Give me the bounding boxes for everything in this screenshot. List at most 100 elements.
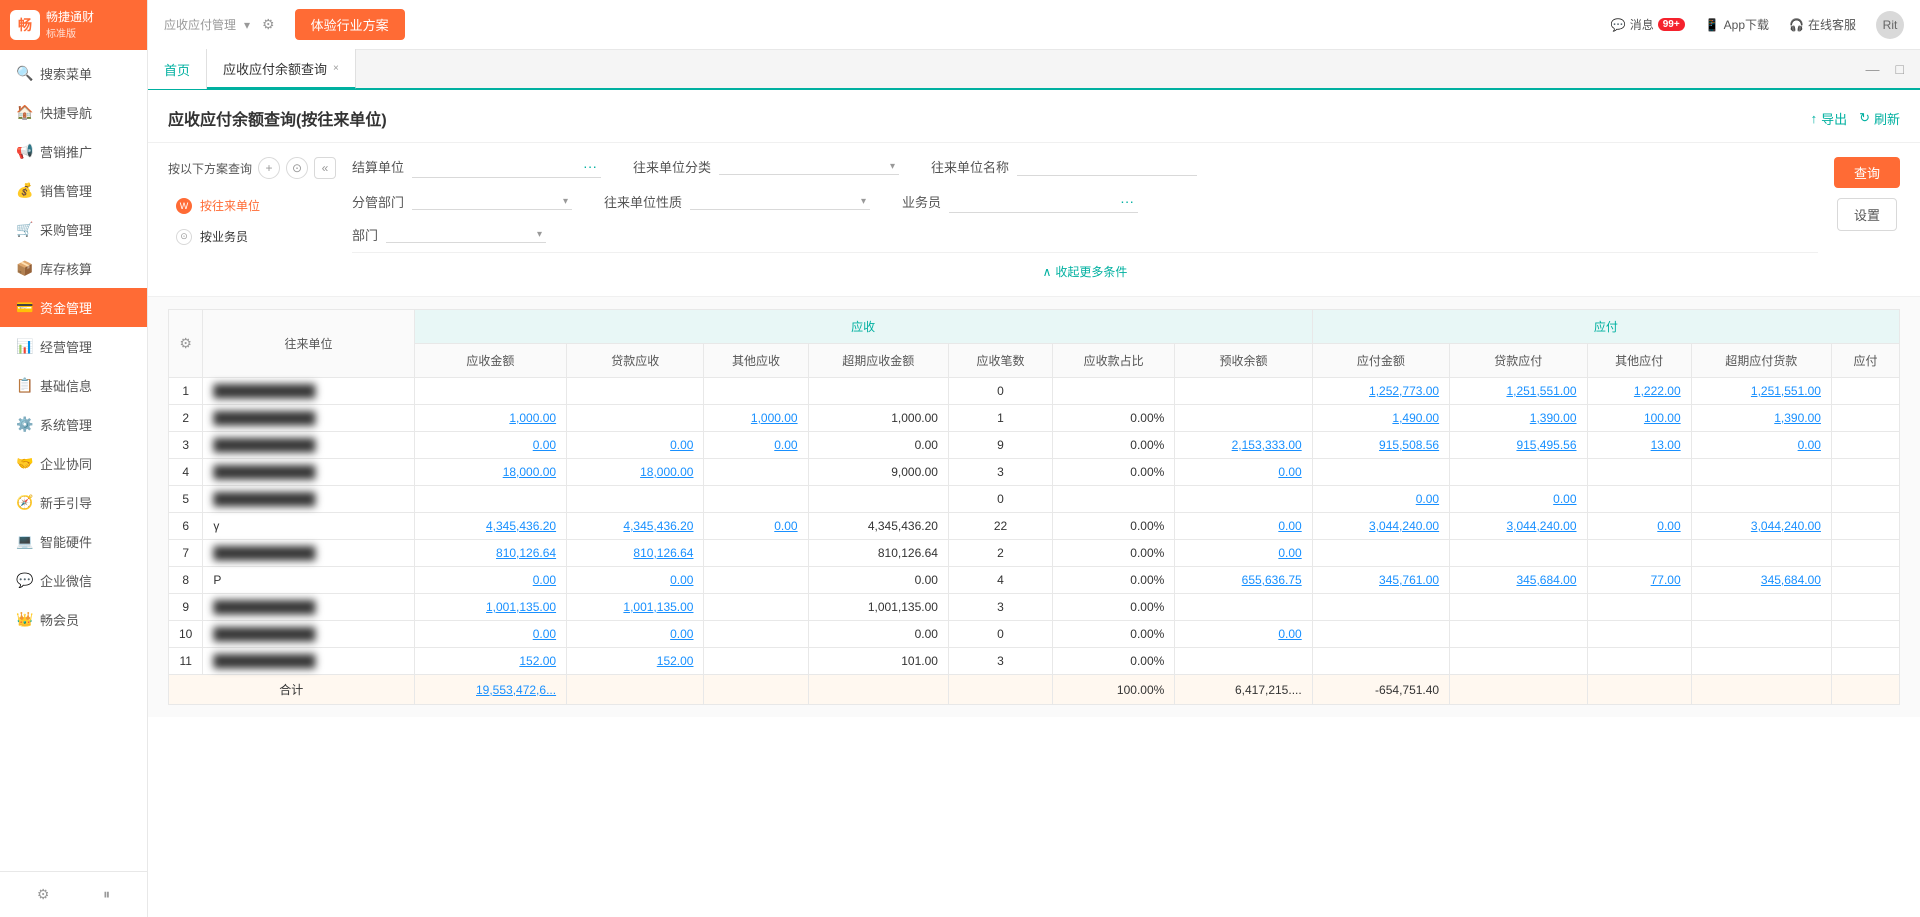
table-settings-icon[interactable]: ⚙ [179, 335, 192, 351]
table-cell[interactable]: 1,490.00 [1312, 405, 1449, 432]
table-cell[interactable]: 0.00 [414, 432, 567, 459]
query-button[interactable]: 查询 [1834, 157, 1900, 188]
customer-nature-select[interactable]: ▾ [690, 194, 870, 210]
table-cell[interactable]: 345,761.00 [1312, 567, 1449, 594]
table-cell[interactable]: 4,345,436.20 [567, 513, 704, 540]
sidebar-item-system[interactable]: ⚙️ 系统管理 [0, 405, 147, 444]
table-cell[interactable]: 1,251,551.00 [1450, 378, 1587, 405]
sidebar-item-purchase[interactable]: 🛒 采购管理 [0, 210, 147, 249]
cta-button[interactable]: 体验行业方案 [295, 9, 405, 40]
table-cell[interactable]: 0.00 [414, 567, 567, 594]
table-cell[interactable]: 18,000.00 [414, 459, 567, 486]
settings-bottom-icon[interactable]: ⚙ [33, 882, 54, 907]
scheme-settings-button[interactable]: ⊙ [286, 157, 308, 179]
breadcrumb-arrow[interactable]: ▾ [244, 18, 250, 32]
sidebar-item-vip[interactable]: 👑 畅会员 [0, 600, 147, 639]
salesperson-dots-icon[interactable]: ··· [1120, 193, 1134, 209]
row-customer: ████████████ [203, 540, 414, 567]
sidebar-item-guide[interactable]: 🧭 新手引导 [0, 483, 147, 522]
table-cell[interactable]: 0.00 [704, 432, 808, 459]
table-cell[interactable]: 3,044,240.00 [1450, 513, 1587, 540]
main-area: 应收应付管理 ▾ ⚙ 体验行业方案 💬 消息 99+ 📱 App下载 🎧 在线客… [148, 0, 1920, 917]
customer-name-input[interactable] [1017, 157, 1197, 176]
tab-minimize-icon[interactable]: — [1862, 57, 1884, 81]
table-cell[interactable]: 18,000.00 [567, 459, 704, 486]
collapse-icon[interactable]: ⏸ [99, 882, 114, 907]
table-cell[interactable]: 1,390.00 [1450, 405, 1587, 432]
dept-select[interactable]: ▾ [386, 227, 546, 243]
table-cell[interactable]: 0.00 [567, 567, 704, 594]
sidebar-label: 营销推广 [40, 142, 92, 161]
setting-button[interactable]: 设置 [1837, 198, 1897, 231]
user-avatar[interactable]: Rit [1876, 11, 1904, 39]
sidebar-item-operation[interactable]: 📊 经营管理 [0, 327, 147, 366]
table-cell[interactable]: 0.00 [1175, 459, 1312, 486]
sidebar-item-hardware[interactable]: 💻 智能硬件 [0, 522, 147, 561]
scheme-collapse-button[interactable]: « [314, 157, 336, 179]
tab-maximize-icon[interactable]: □ [1892, 57, 1908, 81]
message-button[interactable]: 💬 消息 99+ [1611, 16, 1685, 33]
table-cell[interactable]: 655,636.75 [1175, 567, 1312, 594]
table-cell[interactable]: 0.00 [704, 513, 808, 540]
table-cell[interactable]: 1,390.00 [1691, 405, 1831, 432]
table-cell[interactable]: 13.00 [1587, 432, 1691, 459]
table-cell[interactable]: 1,251,551.00 [1691, 378, 1831, 405]
table-cell[interactable]: 0.00 [1175, 513, 1312, 540]
topbar-gear-icon[interactable]: ⚙ [262, 16, 275, 33]
department-select[interactable]: ▾ [412, 194, 572, 210]
table-cell[interactable]: 1,222.00 [1587, 378, 1691, 405]
table-cell[interactable]: 100.00 [1587, 405, 1691, 432]
tab-ar-query[interactable]: 应收应付余额查询 × [207, 49, 356, 89]
export-button[interactable]: ↑ 导出 [1811, 109, 1848, 128]
scheme-add-button[interactable]: + [258, 157, 280, 179]
sidebar-item-quick-nav[interactable]: 🏠 快捷导航 [0, 93, 147, 132]
sidebar-item-marketing[interactable]: 📢 营销推广 [0, 132, 147, 171]
collapse-more-button[interactable]: ∧ 收起更多条件 [352, 259, 1818, 284]
sidebar-item-capital[interactable]: 💳 资金管理 [0, 288, 147, 327]
table-cell[interactable]: 915,495.56 [1450, 432, 1587, 459]
table-cell[interactable]: 152.00 [567, 648, 704, 675]
table-cell[interactable]: 77.00 [1587, 567, 1691, 594]
table-cell[interactable]: 915,508.56 [1312, 432, 1449, 459]
settlement-input[interactable] [416, 157, 579, 175]
sidebar-item-collab[interactable]: 🤝 企业协同 [0, 444, 147, 483]
table-cell[interactable]: 345,684.00 [1691, 567, 1831, 594]
table-cell[interactable]: 0.00 [567, 621, 704, 648]
table-cell[interactable]: 0.00 [1450, 486, 1587, 513]
refresh-button[interactable]: ↻ 刷新 [1859, 109, 1900, 128]
table-cell[interactable]: 810,126.64 [567, 540, 704, 567]
sidebar-item-sales[interactable]: 💰 销售管理 [0, 171, 147, 210]
salesperson-input[interactable] [953, 192, 1116, 210]
table-cell[interactable]: 3,044,240.00 [1691, 513, 1831, 540]
table-cell[interactable]: 1,000.00 [414, 405, 567, 432]
customer-category-select[interactable]: ▾ [719, 159, 899, 175]
tab-home[interactable]: 首页 [148, 49, 207, 89]
table-cell[interactable]: 0.00 [1175, 540, 1312, 567]
sidebar-item-wechat[interactable]: 💬 企业微信 [0, 561, 147, 600]
table-cell[interactable]: 4,345,436.20 [414, 513, 567, 540]
settlement-dots-icon[interactable]: ··· [583, 158, 597, 174]
table-cell[interactable]: 0.00 [1587, 513, 1691, 540]
table-cell[interactable]: 152.00 [414, 648, 567, 675]
sidebar-item-inventory[interactable]: 📦 库存核算 [0, 249, 147, 288]
table-cell[interactable]: 1,000.00 [704, 405, 808, 432]
tab-close-icon[interactable]: × [333, 63, 339, 74]
table-cell[interactable]: 1,001,135.00 [414, 594, 567, 621]
table-cell[interactable]: 345,684.00 [1450, 567, 1587, 594]
scheme-by-staff[interactable]: ⊙ 按业务员 [168, 224, 336, 249]
online-service-button[interactable]: 🎧 在线客服 [1789, 16, 1856, 33]
table-cell[interactable]: 810,126.64 [414, 540, 567, 567]
table-cell[interactable]: 0.00 [567, 432, 704, 459]
sidebar-item-search[interactable]: 🔍 搜索菜单 [0, 54, 147, 93]
table-cell[interactable]: 0.00 [1691, 432, 1831, 459]
table-cell[interactable]: 0.00 [1312, 486, 1449, 513]
scheme-by-customer[interactable]: W 按往来单位 [168, 193, 336, 218]
table-cell[interactable]: 3,044,240.00 [1312, 513, 1449, 540]
table-cell[interactable]: 2,153,333.00 [1175, 432, 1312, 459]
table-cell[interactable]: 0.00 [1175, 621, 1312, 648]
sidebar-item-basic[interactable]: 📋 基础信息 [0, 366, 147, 405]
table-cell[interactable]: 0.00 [414, 621, 567, 648]
table-cell[interactable]: 1,001,135.00 [567, 594, 704, 621]
app-download-button[interactable]: 📱 App下载 [1705, 16, 1769, 33]
table-cell[interactable]: 1,252,773.00 [1312, 378, 1449, 405]
